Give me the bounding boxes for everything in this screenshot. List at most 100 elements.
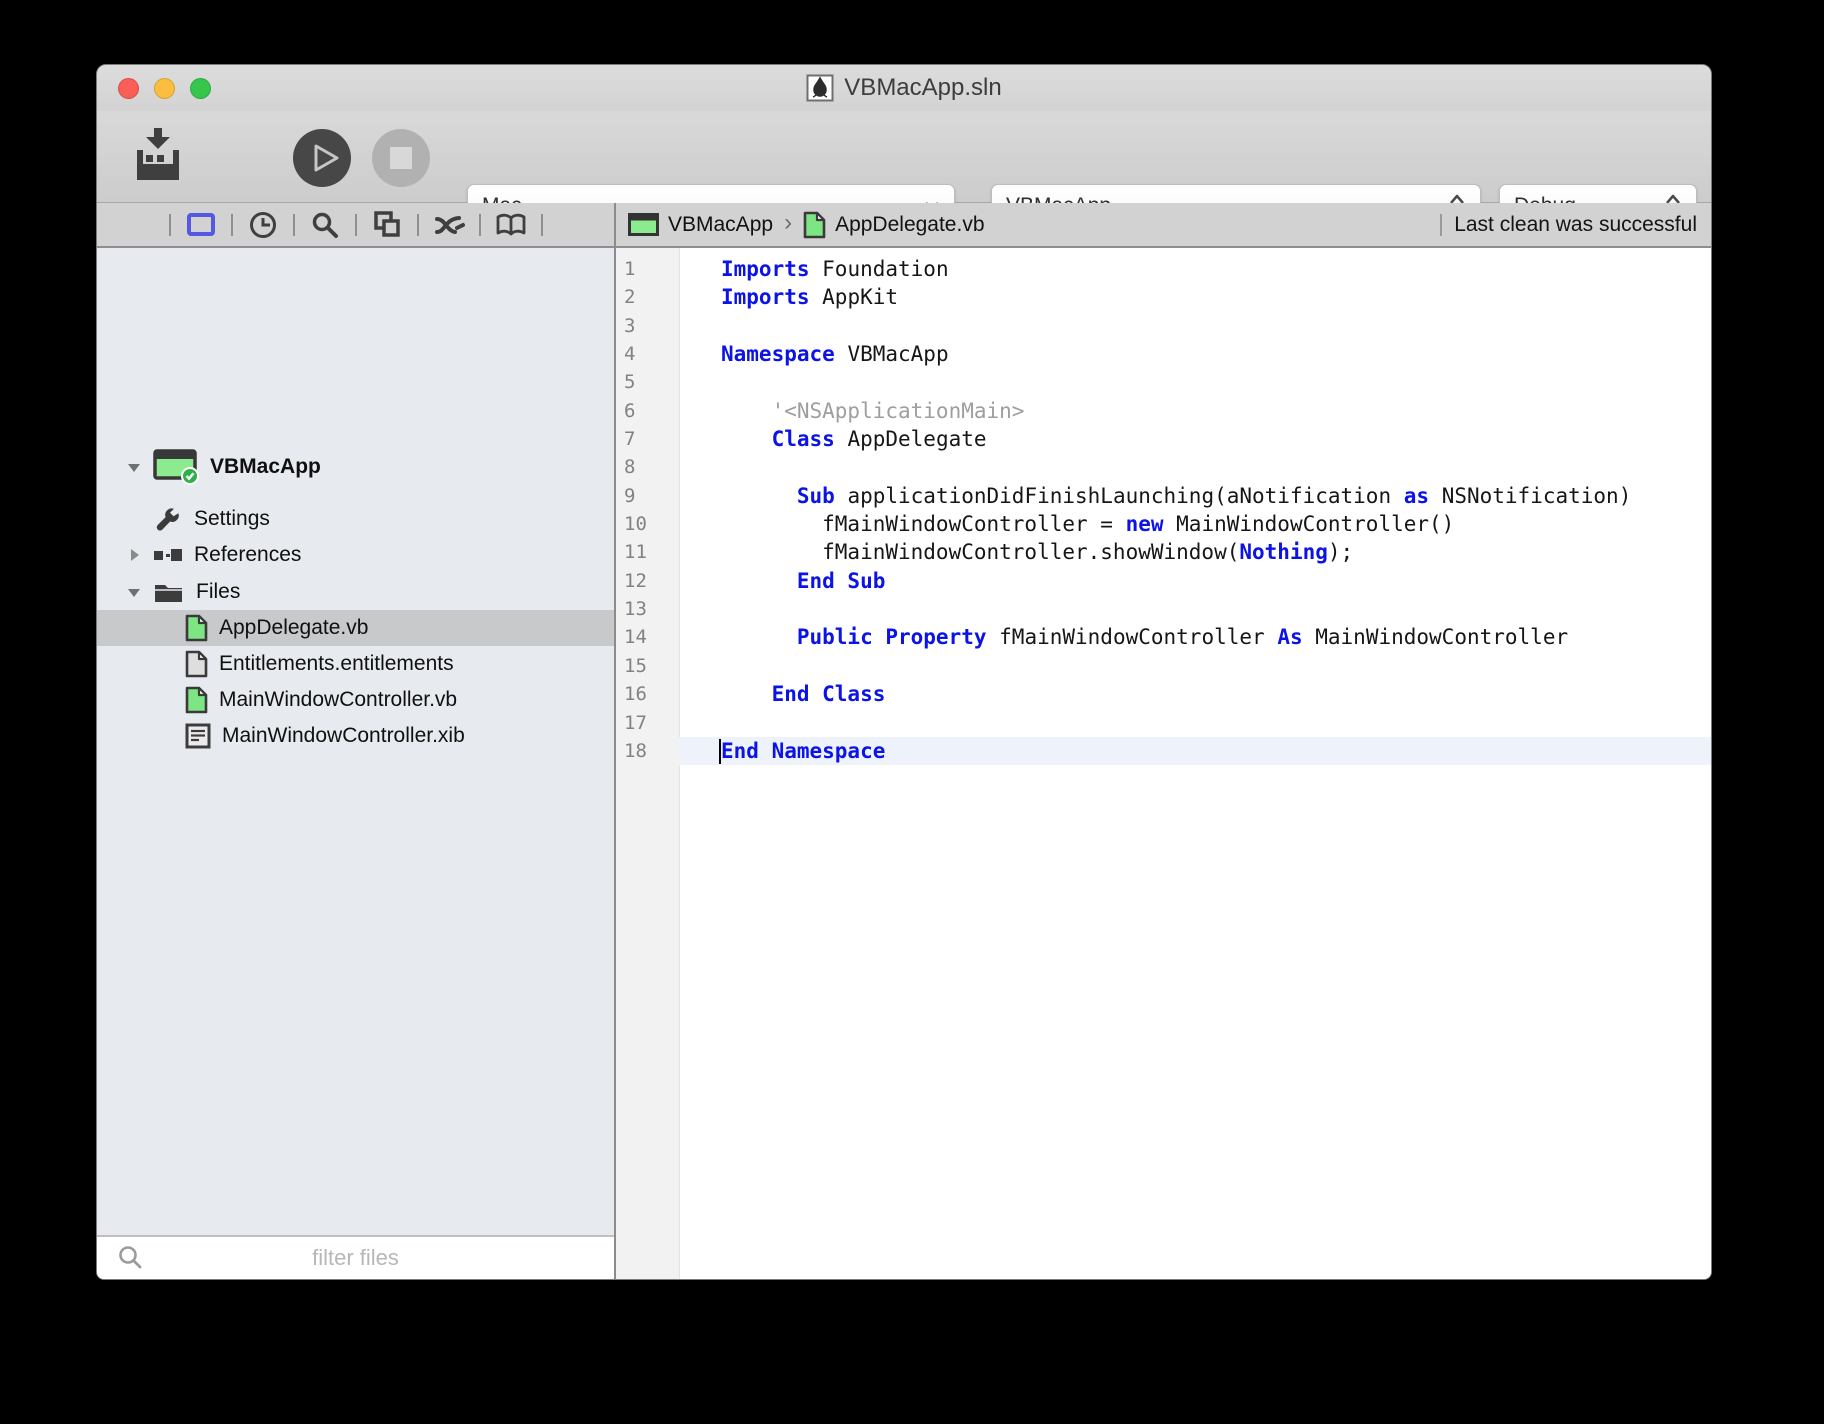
separator — [354, 213, 357, 236]
stop-button[interactable] — [371, 128, 431, 188]
filter-files-input[interactable] — [97, 1244, 614, 1272]
title-bar[interactable]: VBMacApp.sln — [97, 65, 1711, 112]
separator — [292, 213, 295, 236]
code-line[interactable]: End Class — [679, 680, 1711, 708]
code-line[interactable]: Public Property fMainWindowController As… — [679, 623, 1711, 651]
line-number[interactable]: 6 — [616, 397, 679, 425]
code-line[interactable]: End Namespace — [679, 737, 1711, 765]
secondary-toolbar: VBMacApp › AppDelegate.vb Last clean was… — [97, 203, 1711, 248]
code-line[interactable] — [679, 453, 1711, 481]
code-line[interactable]: fMainWindowController.showWindow(Nothing… — [679, 538, 1711, 566]
build-icon — [131, 128, 185, 184]
code-line[interactable] — [679, 312, 1711, 340]
traffic-lights — [118, 78, 211, 99]
project-icon — [153, 449, 199, 485]
vb-file-icon — [803, 211, 826, 239]
history-icon — [248, 210, 278, 240]
line-number[interactable]: 15 — [616, 652, 679, 680]
line-number[interactable]: 16 — [616, 680, 679, 708]
sln-doc-icon[interactable] — [806, 74, 834, 102]
vb-file-icon — [185, 614, 208, 642]
pad-button-solution[interactable] — [185, 209, 217, 241]
separator — [416, 213, 419, 236]
tree-item-mainwindowcontroller-vb[interactable]: MainWindowController.vb — [97, 682, 614, 718]
code-line[interactable] — [679, 368, 1711, 396]
disclosure-closed-icon[interactable] — [127, 548, 141, 562]
code-line[interactable] — [679, 652, 1711, 680]
minimize-button[interactable] — [154, 78, 175, 99]
separator — [478, 213, 481, 236]
breadcrumb-item-file[interactable]: AppDelegate.vb — [803, 211, 985, 239]
pad-button-docs[interactable] — [495, 209, 527, 241]
pad-button-copy[interactable] — [371, 209, 403, 241]
breadcrumb-label: AppDelegate.vb — [835, 212, 985, 236]
line-number[interactable]: 14 — [616, 623, 679, 651]
tree-item-label: Entitlements.entitlements — [219, 652, 454, 675]
tree-item-settings[interactable]: Settings — [97, 501, 614, 537]
code-line[interactable]: Namespace VBMacApp — [679, 340, 1711, 368]
line-number[interactable]: 17 — [616, 709, 679, 737]
tree-item-entitlements-entitlements[interactable]: Entitlements.entitlements — [97, 646, 614, 682]
breadcrumb-item-project[interactable]: VBMacApp — [628, 213, 773, 237]
pad-button-history[interactable] — [247, 209, 279, 241]
disclosure-open-icon[interactable] — [127, 587, 141, 598]
tree-item-mainwindowcontroller-xib[interactable]: MainWindowController.xib — [97, 718, 614, 754]
code-line[interactable] — [679, 709, 1711, 737]
tree-item-label: MainWindowController.xib — [222, 724, 465, 747]
line-number[interactable]: 9 — [616, 482, 679, 510]
separator — [230, 213, 233, 236]
code-line[interactable]: fMainWindowController = new MainWindowCo… — [679, 510, 1711, 538]
pane-splitter[interactable] — [614, 203, 616, 1279]
line-numbers: 1 2 3 4 5 6 7 8 9 10 11 12 13 14 15 16 17 18 — [616, 255, 679, 765]
disclosure-open-icon[interactable] — [127, 462, 141, 473]
search-icon — [310, 210, 340, 240]
folder-icon — [153, 579, 185, 605]
code-lines: Imports Foundation Imports AppKit Namespac… — [679, 255, 1711, 765]
tree-item-label: VBMacApp — [210, 455, 321, 478]
text-caret — [719, 738, 721, 764]
tree-item-label: Settings — [194, 507, 270, 530]
close-button[interactable] — [118, 78, 139, 99]
line-number[interactable]: 13 — [616, 595, 679, 623]
xib-file-icon — [185, 723, 211, 749]
copy-icon — [372, 210, 402, 240]
references-icon — [153, 543, 183, 567]
pad-button-tests[interactable] — [433, 209, 465, 241]
code-line[interactable] — [679, 595, 1711, 623]
line-number[interactable]: 1 — [616, 255, 679, 283]
vb-file-icon — [185, 686, 208, 714]
code-line[interactable]: Imports AppKit — [679, 283, 1711, 311]
pad-button-search[interactable] — [309, 209, 341, 241]
solution-tree: VBMacApp Settings References Files AppDelega… — [97, 248, 614, 1235]
line-number[interactable]: 11 — [616, 538, 679, 566]
code-line[interactable]: Class AppDelegate — [679, 425, 1711, 453]
status-message: Last clean was successful — [1454, 212, 1697, 236]
code-line[interactable]: End Sub — [679, 567, 1711, 595]
tree-item-label: References — [194, 543, 302, 566]
code-line[interactable]: '<NSApplicationMain> — [679, 397, 1711, 425]
tree-item-references[interactable]: References — [97, 537, 614, 573]
code-line[interactable]: Sub applicationDidFinishLaunching(aNotif… — [679, 482, 1711, 510]
line-number[interactable]: 4 — [616, 340, 679, 368]
line-number[interactable]: 5 — [616, 368, 679, 396]
line-number[interactable]: 2 — [616, 283, 679, 311]
ide-window: VBMacApp.sln Mac VBMacApp Debug — [96, 64, 1712, 1280]
tree-item-vbmacapp[interactable]: VBMacApp — [97, 449, 614, 485]
line-number[interactable]: 12 — [616, 567, 679, 595]
zoom-button[interactable] — [190, 78, 211, 99]
pad-switcher — [97, 203, 614, 246]
run-button[interactable] — [292, 128, 352, 188]
code-line[interactable]: Imports Foundation — [679, 255, 1711, 283]
book-icon — [495, 212, 527, 238]
tree-item-appdelegate-vb[interactable]: AppDelegate.vb — [97, 610, 614, 646]
line-number[interactable]: 8 — [616, 453, 679, 481]
line-number[interactable]: 10 — [616, 510, 679, 538]
code-editor[interactable]: 1 2 3 4 5 6 7 8 9 10 11 12 13 14 15 16 17 18 Imports Foun… — [616, 248, 1711, 1279]
build-button[interactable] — [127, 125, 189, 187]
line-number[interactable]: 3 — [616, 312, 679, 340]
line-number[interactable]: 18 — [616, 737, 679, 765]
status-area: Last clean was successful — [1440, 213, 1697, 237]
breadcrumb: VBMacApp › AppDelegate.vb Last clean was… — [614, 203, 1711, 246]
tree-item-files[interactable]: Files — [97, 574, 614, 610]
line-number[interactable]: 7 — [616, 425, 679, 453]
